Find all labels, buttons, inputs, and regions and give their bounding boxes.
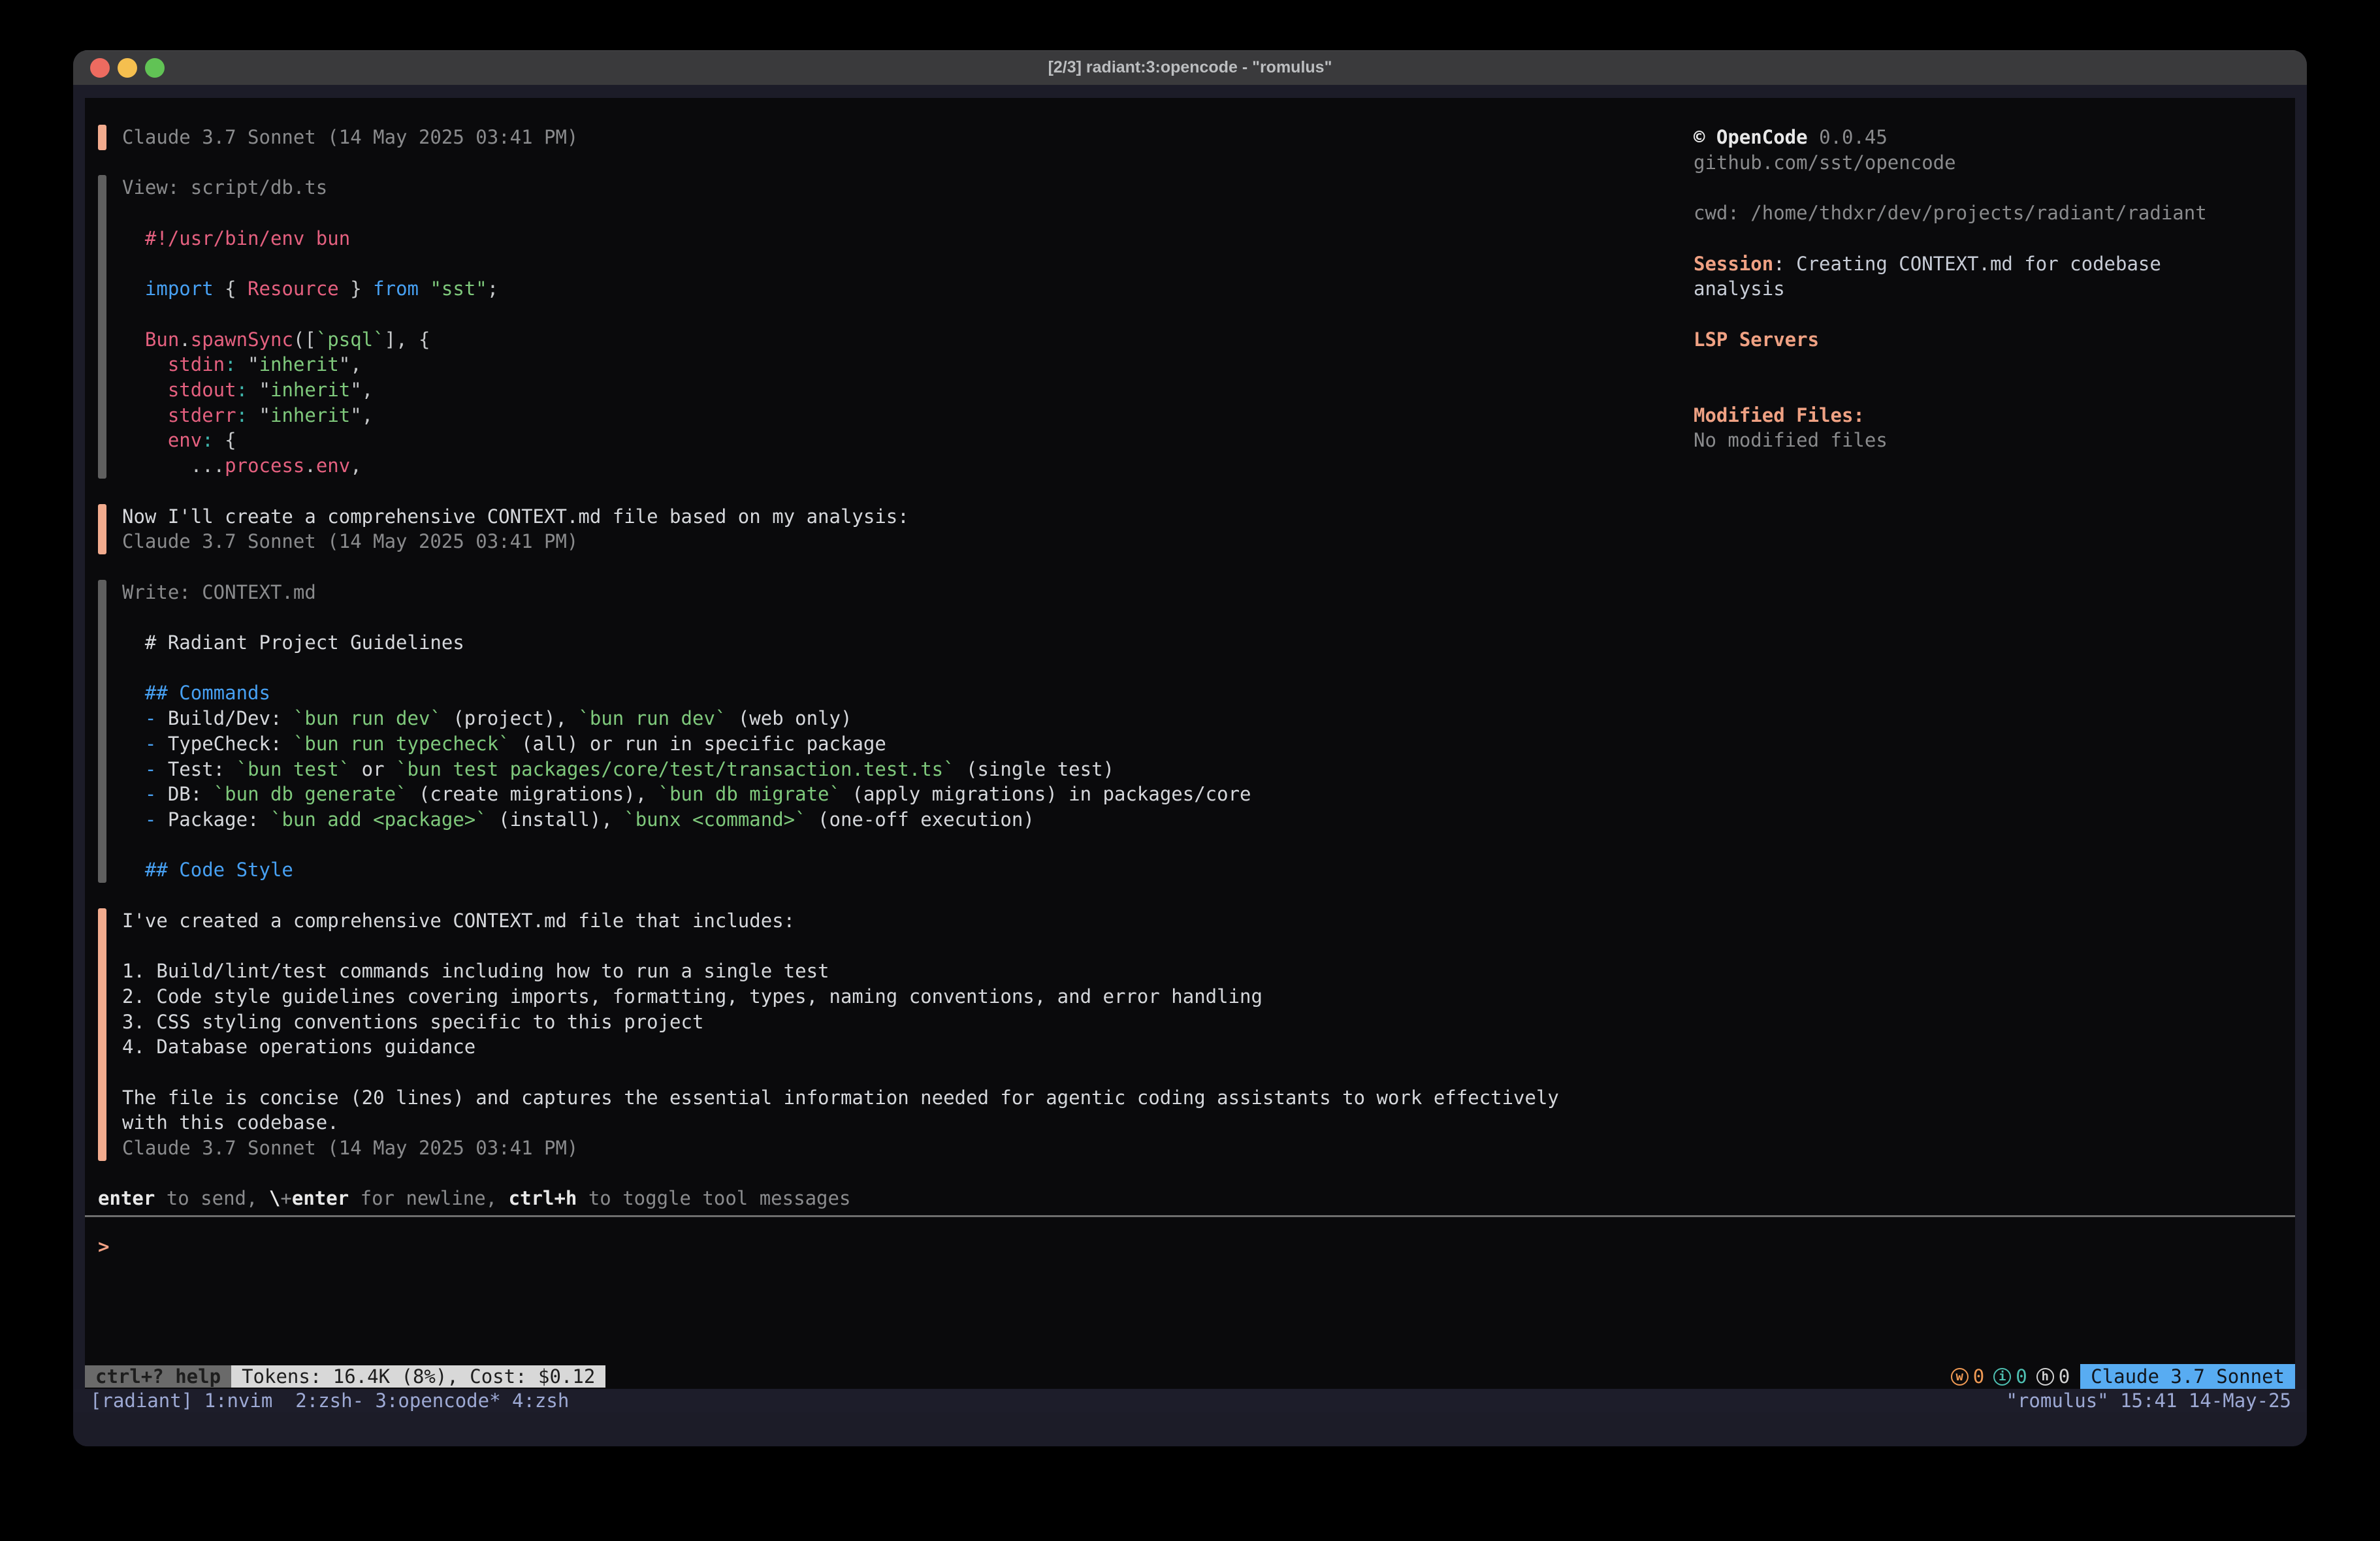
text-line: - DB: `bun db generate` (create migratio… [122,782,1251,807]
block-lines: View: script/db.ts #!/usr/bin/env bun im… [122,175,498,478]
text-line [1694,377,2295,403]
block-accent-bar [98,908,106,1161]
text-line: ## Commands [122,680,1251,706]
hint-count: 0 [2059,1364,2070,1390]
message-block: I've created a comprehensive CONTEXT.md … [98,908,1694,1161]
text-line: cwd: /home/thdxr/dev/projects/radiant/ra… [1694,200,2295,226]
text-line [122,1060,1559,1085]
title-bar[interactable]: [2/3] radiant:3:opencode - "romulus" [73,50,2307,85]
text-line [122,251,498,277]
prompt-icon: > [98,1235,109,1258]
tokens-cost-chip: Tokens: 16.4K (8%), Cost: $0.12 [231,1365,605,1388]
text-line: Session: Creating CONTEXT.md for codebas… [1694,251,2295,277]
text-line: # Radiant Project Guidelines [122,630,1251,656]
text-line: 1. Build/lint/test commands including ho… [122,959,1559,984]
traffic-lights [90,50,165,85]
text-line: Claude 3.7 Sonnet (14 May 2025 03:41 PM) [122,125,578,150]
tool-block: View: script/db.ts #!/usr/bin/env bun im… [98,175,1694,478]
block-lines: Write: CONTEXT.md # Radiant Project Guid… [122,580,1251,883]
tmux-status-bar: [radiant] 1:nvim 2:zsh- 3:opencode* 4:zs… [73,1389,2307,1412]
text-line: Write: CONTEXT.md [122,580,1251,605]
text-line: ...process.env, [122,453,498,479]
message-block: Claude 3.7 Sonnet (14 May 2025 03:41 PM) [98,125,1694,150]
text-line: No modified files [1694,428,2295,453]
text-line [1694,352,2295,377]
text-line: Claude 3.7 Sonnet (14 May 2025 03:41 PM) [122,1136,1559,1161]
block-accent-bar [98,175,106,478]
opencode-tui: Claude 3.7 Sonnet (14 May 2025 03:41 PM)… [85,98,2295,1389]
text-line: Now I'll create a comprehensive CONTEXT.… [122,504,909,530]
block-accent-bar [98,125,106,150]
text-line [122,833,1251,858]
text-line: - TypeCheck: `bun run typecheck` (all) o… [122,731,1251,757]
text-line: ## Code Style [122,857,1251,883]
status-bar-right: w0i0h0 Claude 3.7 Sonnet [1951,1365,2295,1388]
close-button[interactable] [90,58,110,78]
info-count: 0 [2016,1364,2027,1390]
minimize-button[interactable] [118,58,137,78]
warning-count: 0 [1973,1364,1984,1390]
zoom-button[interactable] [145,58,165,78]
hint-line: enter to send, \+enter for newline, ctrl… [85,1186,2295,1211]
text-line: © OpenCode 0.0.45 [1694,125,2295,150]
block-accent-bar [98,580,106,883]
text-line: - Test: `bun test` or `bun test packages… [122,757,1251,782]
text-line [1694,175,2295,200]
text-line: LSP Servers [1694,327,2295,353]
text-line: #!/usr/bin/env bun [122,226,498,251]
text-line: Claude 3.7 Sonnet (14 May 2025 03:41 PM) [122,529,909,554]
info-diagnostic: i0 [1993,1364,2027,1390]
text-line: - Build/Dev: `bun run dev` (project), `b… [122,706,1251,731]
text-line: github.com/sst/opencode [1694,150,2295,176]
text-line [1694,302,2295,327]
tool-block: Write: CONTEXT.md # Radiant Project Guid… [98,580,1694,883]
block-accent-bar [98,504,106,554]
text-line: stderr: "inherit", [122,403,498,428]
text-line: - Package: `bun add <package>` (install)… [122,807,1251,833]
tmux-session-windows[interactable]: [radiant] 1:nvim 2:zsh- 3:opencode* 4:zs… [90,1390,569,1412]
text-line: 4. Database operations guidance [122,1034,1559,1060]
text-line: env: { [122,428,498,453]
text-line: analysis [1694,276,2295,302]
conversation: Claude 3.7 Sonnet (14 May 2025 03:41 PM)… [85,98,1694,1186]
diagnostics: w0i0h0 [1951,1364,2070,1390]
terminal-window: [2/3] radiant:3:opencode - "romulus" Cla… [73,50,2307,1446]
text-line: 2. Code style guidelines covering import… [122,984,1559,1009]
text-line: import { Resource } from "sst"; [122,276,498,302]
message-block: Now I'll create a comprehensive CONTEXT.… [98,504,1694,554]
status-bar: ctrl+? help Tokens: 16.4K (8%), Cost: $0… [85,1365,2295,1388]
text-line: The file is concise (20 lines) and captu… [122,1085,1559,1111]
text-line [122,933,1559,959]
sidebar-lines: © OpenCode 0.0.45github.com/sst/opencode… [1694,98,2295,1186]
hint-diagnostic: h0 [2036,1364,2070,1390]
warning-diagnostic: w0 [1951,1364,1984,1390]
tmux-host-clock: "romulus" 15:41 14-May-25 [2006,1390,2292,1412]
text-line [122,302,498,327]
terminal-content: Claude 3.7 Sonnet (14 May 2025 03:41 PM)… [73,85,2307,1446]
warning-icon: w [1951,1368,1969,1386]
hint-icon: h [2036,1368,2054,1386]
text-line: 3. CSS styling conventions specific to t… [122,1009,1559,1035]
text-line [1694,226,2295,251]
model-badge: Claude 3.7 Sonnet [2080,1364,2295,1390]
text-line: stdin: "inherit", [122,352,498,377]
block-lines: I've created a comprehensive CONTEXT.md … [122,908,1559,1161]
tui-columns: Claude 3.7 Sonnet (14 May 2025 03:41 PM)… [85,98,2295,1186]
message-input[interactable]: > [85,1217,2295,1365]
desktop: { "window": { "title": "[2/3] radiant:3:… [0,0,2380,1541]
text-line: Bun.spawnSync([`psql`], { [122,327,498,353]
text-line: Modified Files: [1694,403,2295,428]
block-lines: Claude 3.7 Sonnet (14 May 2025 03:41 PM) [122,125,578,150]
text-line: I've created a comprehensive CONTEXT.md … [122,908,1559,934]
text-line: with this codebase. [122,1110,1559,1136]
help-keybind-chip: ctrl+? help [85,1365,231,1388]
window-title: [2/3] radiant:3:opencode - "romulus" [1048,58,1332,77]
info-icon: i [1993,1368,2011,1386]
text-line: View: script/db.ts [122,175,498,200]
block-lines: Now I'll create a comprehensive CONTEXT.… [122,504,909,554]
text-line [122,605,1251,630]
text-line: stdout: "inherit", [122,377,498,403]
text-line [122,656,1251,681]
text-line [122,200,498,226]
